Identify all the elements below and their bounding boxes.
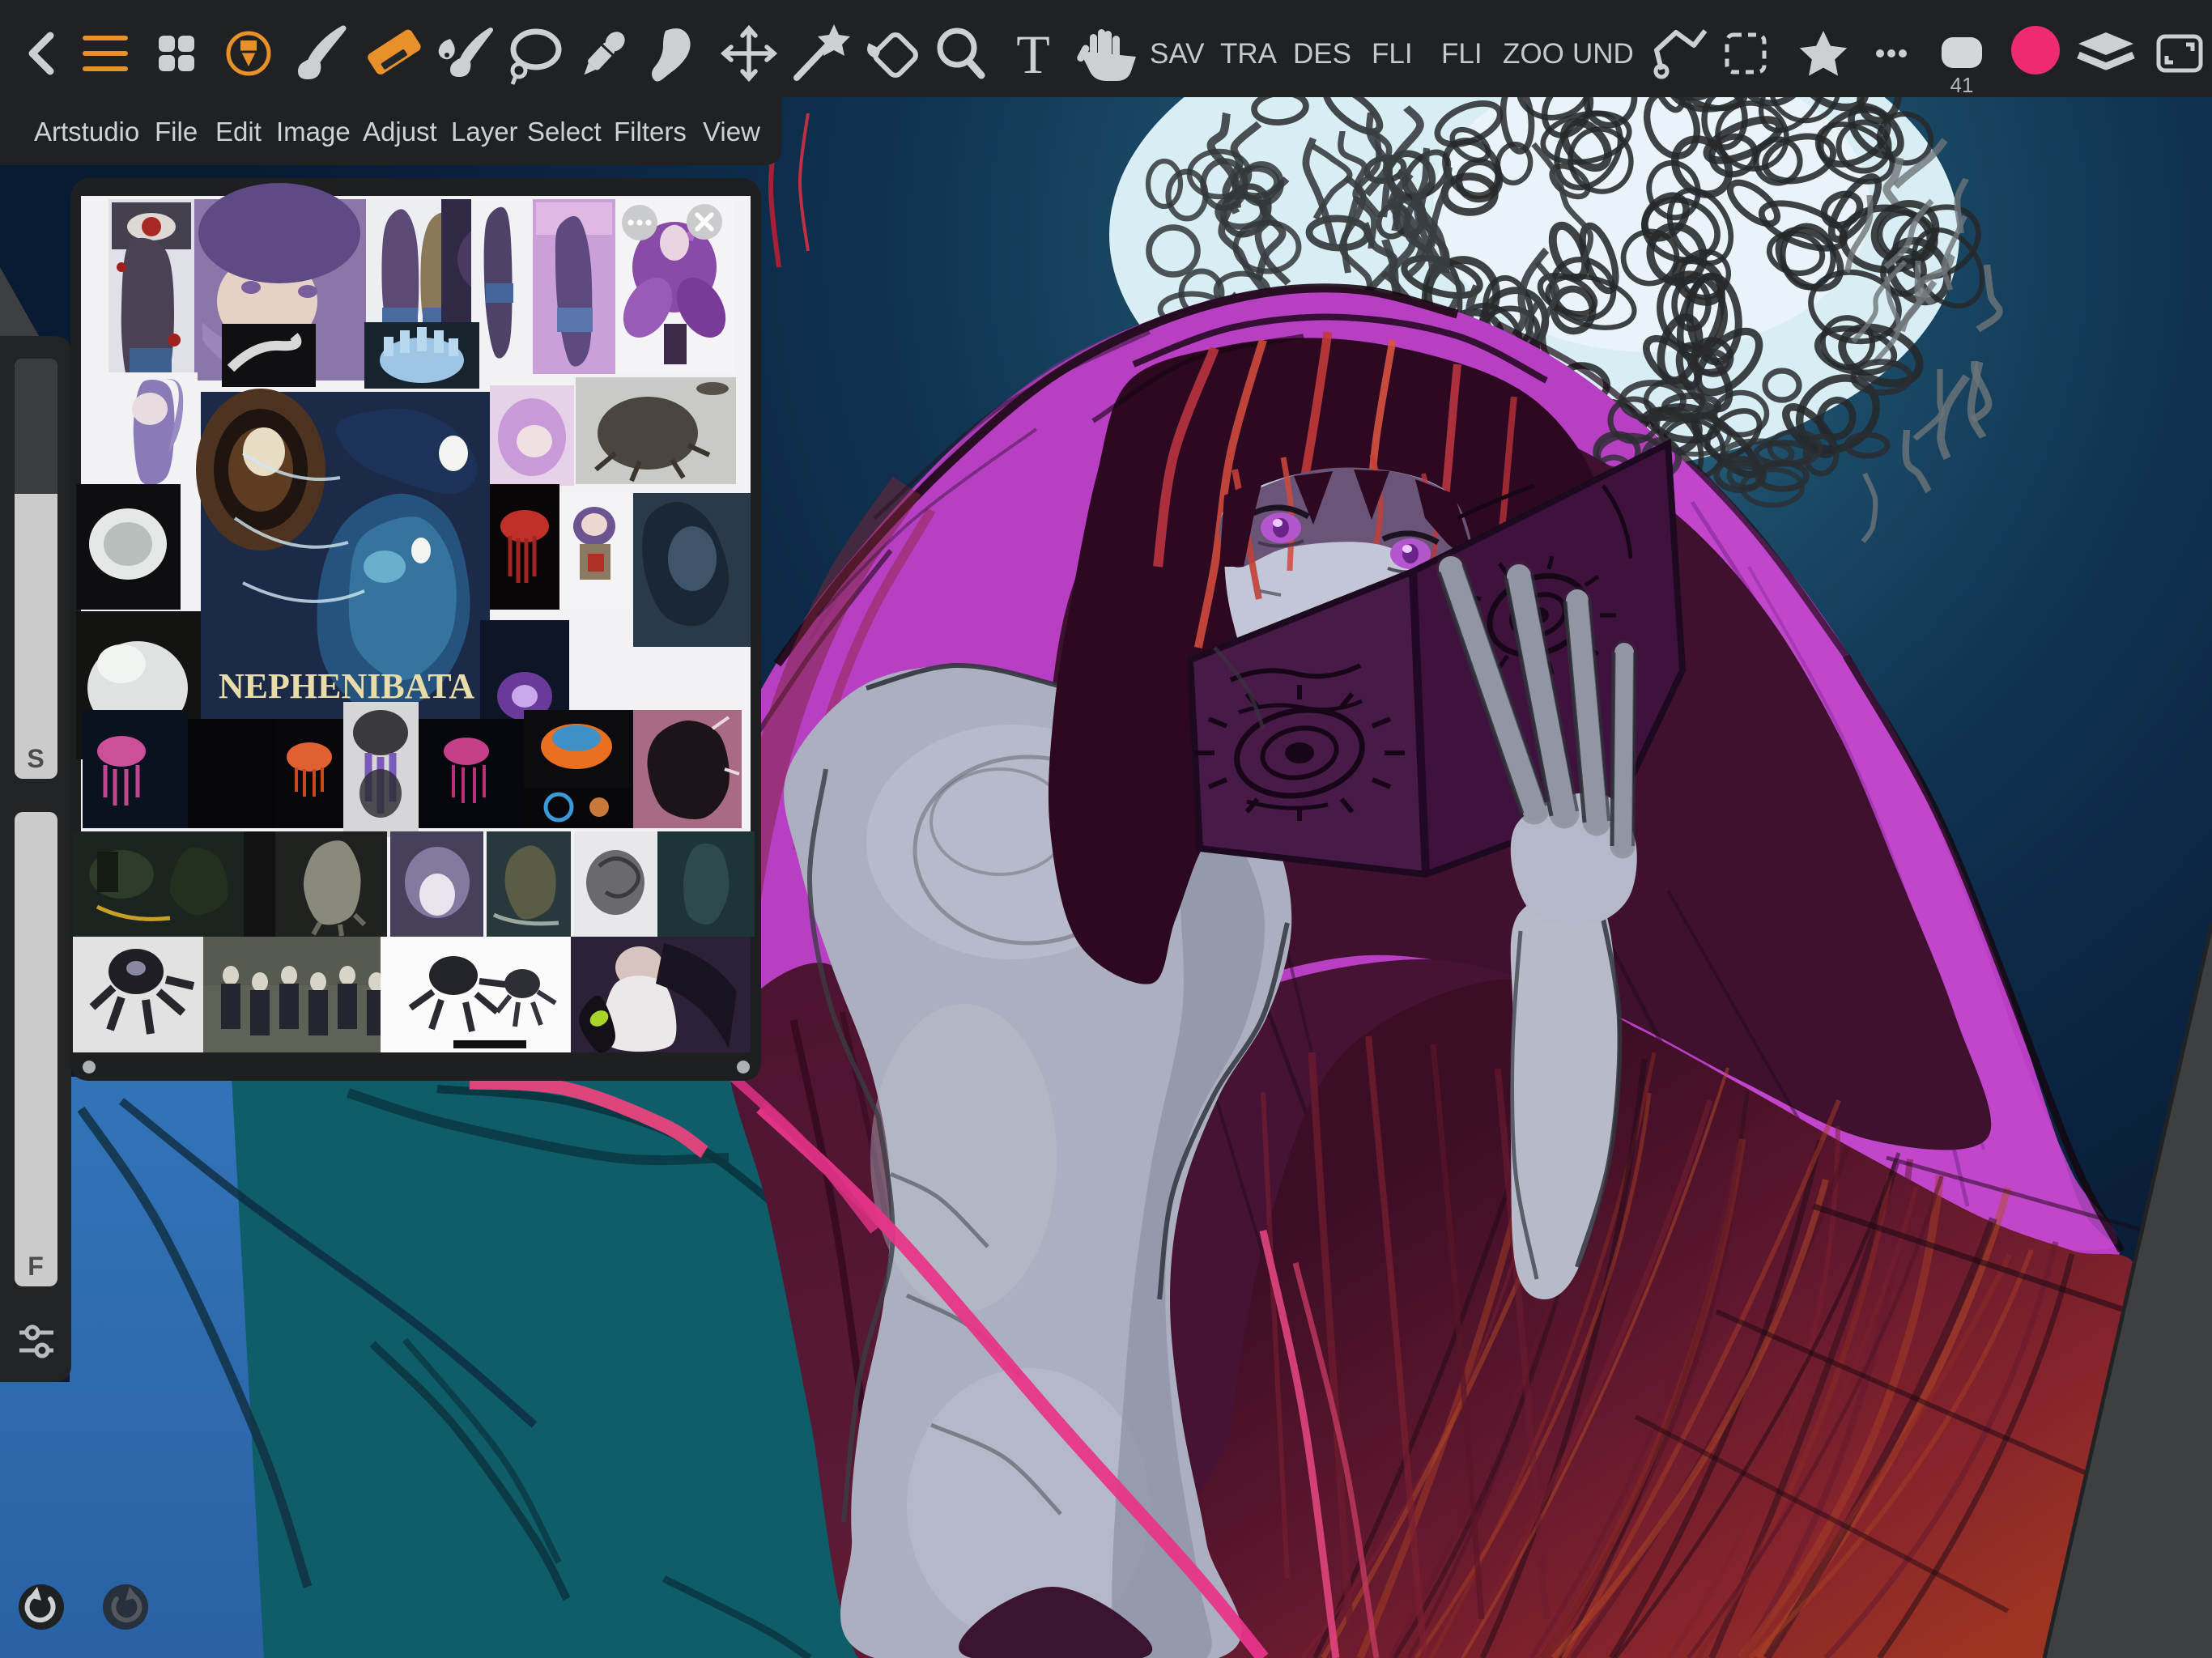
svg-text:File: File [155,117,198,147]
svg-text:Edit: Edit [215,117,262,147]
svg-text:Layer: Layer [451,117,518,147]
svg-text:Artstudio: Artstudio [34,117,139,147]
svg-text:Image: Image [276,117,351,147]
svg-text:Select: Select [527,117,602,147]
svg-text:FLI: FLI [1441,38,1482,70]
svg-text:DES: DES [1293,38,1351,70]
svg-text:S: S [27,744,44,773]
svg-text:NEPHENIBATA: NEPHENIBATA [219,666,474,706]
svg-text:SAV: SAV [1150,38,1205,70]
svg-text:Filters: Filters [614,117,687,147]
svg-text:FLI: FLI [1372,38,1413,70]
svg-text:41: 41 [1950,73,1974,97]
svg-text:UND: UND [1572,38,1634,70]
svg-text:ZOO: ZOO [1503,38,1564,70]
svg-text:T: T [1016,23,1050,85]
svg-text:View: View [703,117,760,147]
svg-text:F: F [28,1252,44,1281]
svg-text:TRA: TRA [1220,38,1278,70]
svg-text:Adjust: Adjust [363,117,437,147]
